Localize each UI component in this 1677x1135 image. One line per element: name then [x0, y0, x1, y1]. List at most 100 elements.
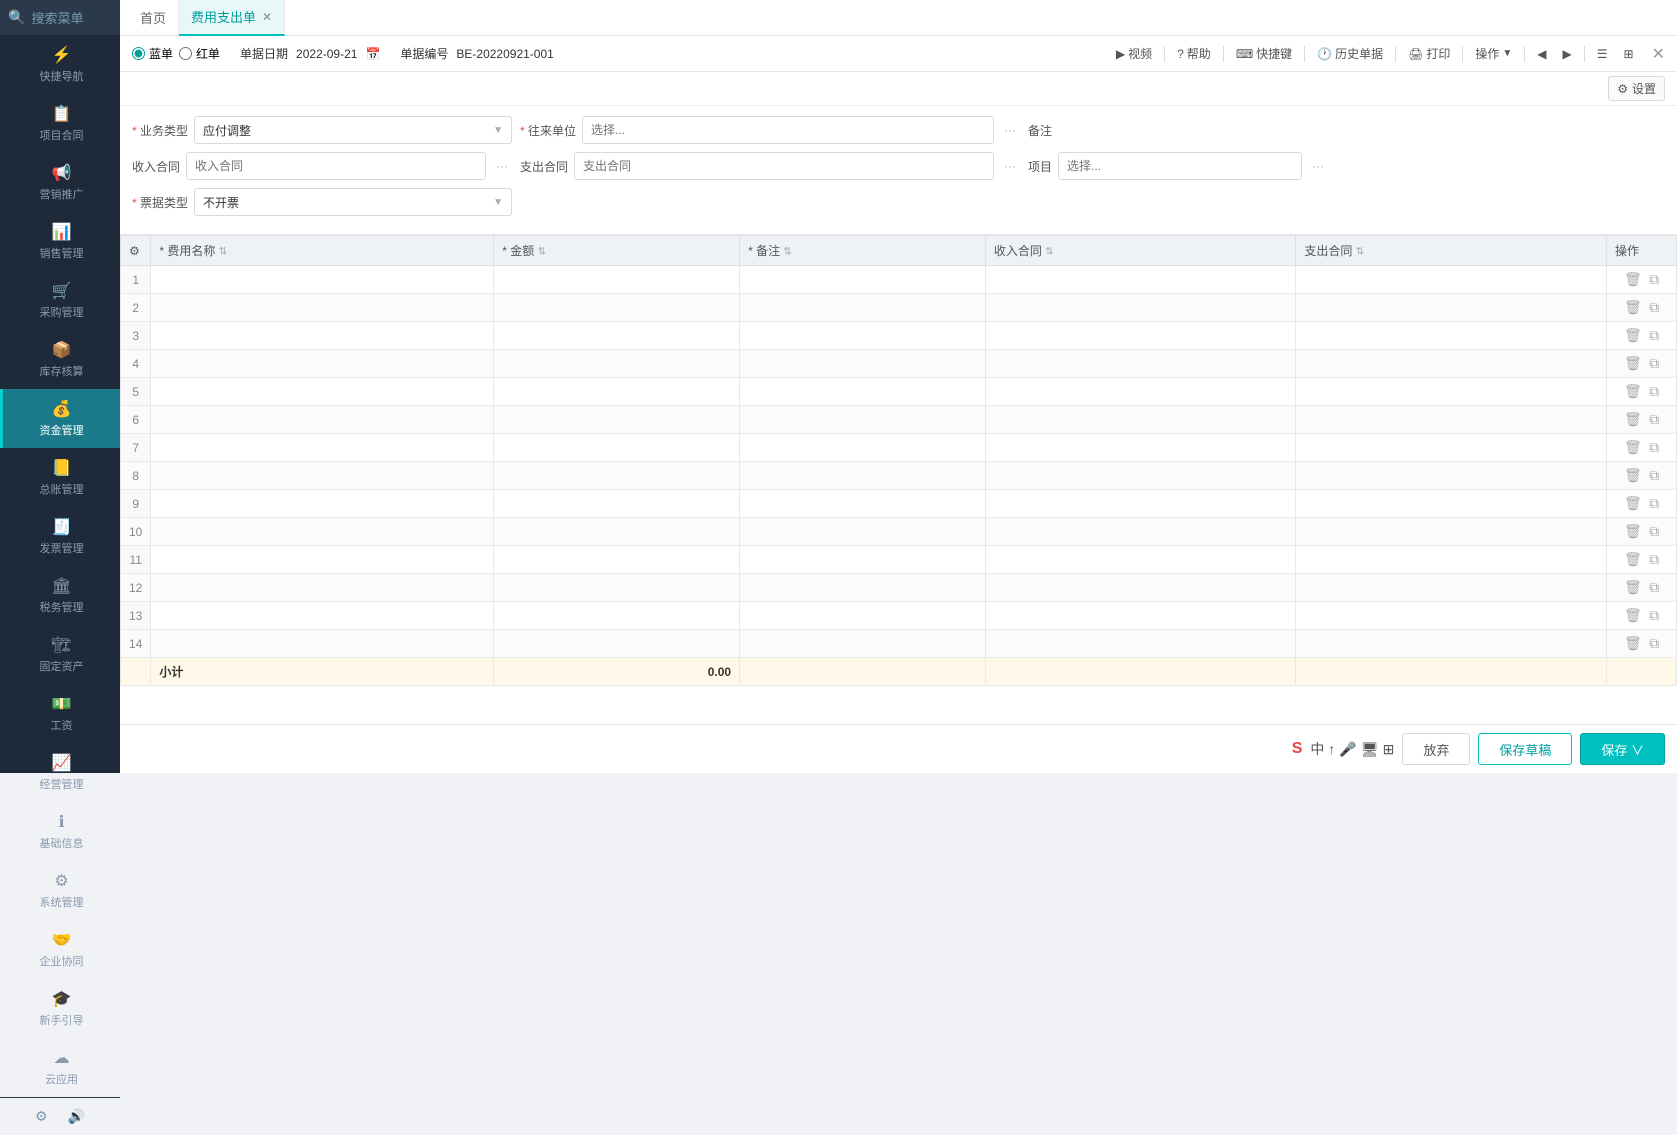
- expense-contract-cell[interactable]: [1296, 266, 1607, 294]
- remark-cell[interactable]: [740, 462, 986, 490]
- expense-name-cell[interactable]: [151, 266, 494, 294]
- remark-cell[interactable]: [740, 322, 986, 350]
- sidebar-item-finance[interactable]: 💰 资金管理: [0, 389, 120, 448]
- expense-name-cell[interactable]: [151, 434, 494, 462]
- expense-name-cell[interactable]: [151, 490, 494, 518]
- delete-icon[interactable]: 🗑: [1624, 579, 1642, 595]
- sidebar-item-base-info[interactable]: ℹ 基础信息: [0, 802, 120, 861]
- remark-cell[interactable]: [740, 574, 986, 602]
- volume-icon[interactable]: 🔊: [68, 1108, 85, 1125]
- expense-name-cell[interactable]: [151, 602, 494, 630]
- income-contract-cell[interactable]: [985, 434, 1296, 462]
- delete-icon[interactable]: 🗑: [1624, 271, 1642, 287]
- btn-list-view[interactable]: ☰: [1591, 44, 1614, 64]
- expense-name-cell[interactable]: [151, 406, 494, 434]
- copy-icon[interactable]: ⧉: [1649, 439, 1659, 455]
- amount-cell[interactable]: [494, 630, 740, 658]
- income-contract-cell[interactable]: [985, 518, 1296, 546]
- amount-cell[interactable]: [494, 574, 740, 602]
- amount-cell[interactable]: [494, 266, 740, 294]
- delete-icon[interactable]: 🗑: [1624, 411, 1642, 427]
- close-window-icon[interactable]: ✕: [1652, 44, 1665, 64]
- amount-cell[interactable]: [494, 490, 740, 518]
- sidebar-item-sales[interactable]: 📊 销售管理: [0, 212, 120, 271]
- remark-cell[interactable]: [740, 406, 986, 434]
- th-expense-name[interactable]: * 费用名称 ⇅: [151, 236, 494, 266]
- radio-blue[interactable]: 蓝单: [132, 45, 173, 62]
- copy-icon[interactable]: ⧉: [1649, 635, 1659, 651]
- expense-name-cell[interactable]: [151, 322, 494, 350]
- sidebar-item-invoice[interactable]: 🧾 发票管理: [0, 507, 120, 566]
- delete-icon[interactable]: 🗑: [1624, 327, 1642, 343]
- expense-contract-cell[interactable]: [1296, 322, 1607, 350]
- save-button[interactable]: 保存 ∨: [1580, 733, 1665, 765]
- amount-cell[interactable]: [494, 322, 740, 350]
- btn-history[interactable]: 🕐 历史单据: [1311, 42, 1389, 65]
- discard-button[interactable]: 放弃: [1402, 733, 1470, 765]
- arrow-icon[interactable]: ↑: [1328, 741, 1335, 757]
- amount-cell[interactable]: [494, 546, 740, 574]
- income-contract-more-icon[interactable]: ···: [492, 159, 512, 173]
- income-contract-cell[interactable]: [985, 546, 1296, 574]
- expense-name-cell[interactable]: [151, 294, 494, 322]
- sidebar-item-quick-nav[interactable]: ⚡ 快捷导航: [0, 35, 120, 94]
- expense-contract-cell[interactable]: [1296, 350, 1607, 378]
- delete-icon[interactable]: 🗑: [1624, 439, 1642, 455]
- tab-expense[interactable]: 费用支出单 ✕: [179, 0, 285, 36]
- income-contract-cell[interactable]: [985, 322, 1296, 350]
- remark-cell[interactable]: [740, 602, 986, 630]
- expense-name-cell[interactable]: [151, 350, 494, 378]
- sidebar-item-cloud-apps[interactable]: ☁ 云应用: [0, 1038, 120, 1097]
- project-input[interactable]: [1058, 152, 1302, 180]
- tab-close-icon[interactable]: ✕: [262, 10, 272, 24]
- remark-cell[interactable]: [740, 490, 986, 518]
- income-contract-cell[interactable]: [985, 462, 1296, 490]
- remark-cell[interactable]: [740, 266, 986, 294]
- grid-icon[interactable]: ⊞: [1383, 741, 1395, 758]
- amount-cell[interactable]: [494, 294, 740, 322]
- copy-icon[interactable]: ⧉: [1649, 411, 1659, 427]
- copy-icon[interactable]: ⧉: [1649, 579, 1659, 595]
- sidebar-item-accounting[interactable]: 📒 总账管理: [0, 448, 120, 507]
- amount-cell[interactable]: [494, 518, 740, 546]
- copy-icon[interactable]: ⧉: [1649, 523, 1659, 539]
- th-income-contract[interactable]: 收入合同 ⇅: [985, 236, 1296, 266]
- expense-contract-cell[interactable]: [1296, 518, 1607, 546]
- remark-cell[interactable]: [740, 350, 986, 378]
- expense-contract-cell[interactable]: [1296, 574, 1607, 602]
- copy-icon[interactable]: ⧉: [1649, 495, 1659, 511]
- project-more-icon[interactable]: ···: [1308, 159, 1328, 173]
- income-contract-cell[interactable]: [985, 630, 1296, 658]
- th-settings[interactable]: ⚙: [121, 236, 151, 266]
- settings-button[interactable]: ⚙ 设置: [1608, 76, 1665, 101]
- income-contract-cell[interactable]: [985, 602, 1296, 630]
- btn-shortcuts[interactable]: ⌨ 快捷键: [1230, 42, 1298, 65]
- income-contract-cell[interactable]: [985, 574, 1296, 602]
- copy-icon[interactable]: ⧉: [1649, 271, 1659, 287]
- remark-cell[interactable]: [740, 518, 986, 546]
- sidebar-item-system[interactable]: ⚙ 系统管理: [0, 861, 120, 920]
- expense-name-cell[interactable]: [151, 630, 494, 658]
- sidebar-item-marketing[interactable]: 📢 营销推广: [0, 153, 120, 212]
- delete-icon[interactable]: 🗑: [1624, 523, 1642, 539]
- income-contract-cell[interactable]: [985, 406, 1296, 434]
- sidebar-item-purchase[interactable]: 🛒 采购管理: [0, 271, 120, 330]
- th-expense-contract[interactable]: 支出合同 ⇅: [1296, 236, 1607, 266]
- btn-help[interactable]: ? 帮助: [1171, 42, 1217, 65]
- amount-cell[interactable]: [494, 378, 740, 406]
- invoice-type-select[interactable]: 不开票 ▼: [194, 188, 512, 216]
- expense-contract-more-icon[interactable]: ···: [1000, 159, 1020, 173]
- sidebar-item-new-guide[interactable]: 🎓 新手引导: [0, 979, 120, 1038]
- delete-icon[interactable]: 🗑: [1624, 355, 1642, 371]
- zhong-icon[interactable]: 中: [1310, 739, 1324, 759]
- expense-name-cell[interactable]: [151, 518, 494, 546]
- partner-more-icon[interactable]: ···: [1000, 123, 1020, 137]
- copy-icon[interactable]: ⧉: [1649, 299, 1659, 315]
- expense-name-cell[interactable]: [151, 546, 494, 574]
- income-contract-cell[interactable]: [985, 490, 1296, 518]
- expense-contract-cell[interactable]: [1296, 434, 1607, 462]
- expense-contract-cell[interactable]: [1296, 546, 1607, 574]
- copy-icon[interactable]: ⧉: [1649, 607, 1659, 623]
- gear-icon[interactable]: ⚙: [35, 1108, 48, 1125]
- expense-contract-input[interactable]: [574, 152, 994, 180]
